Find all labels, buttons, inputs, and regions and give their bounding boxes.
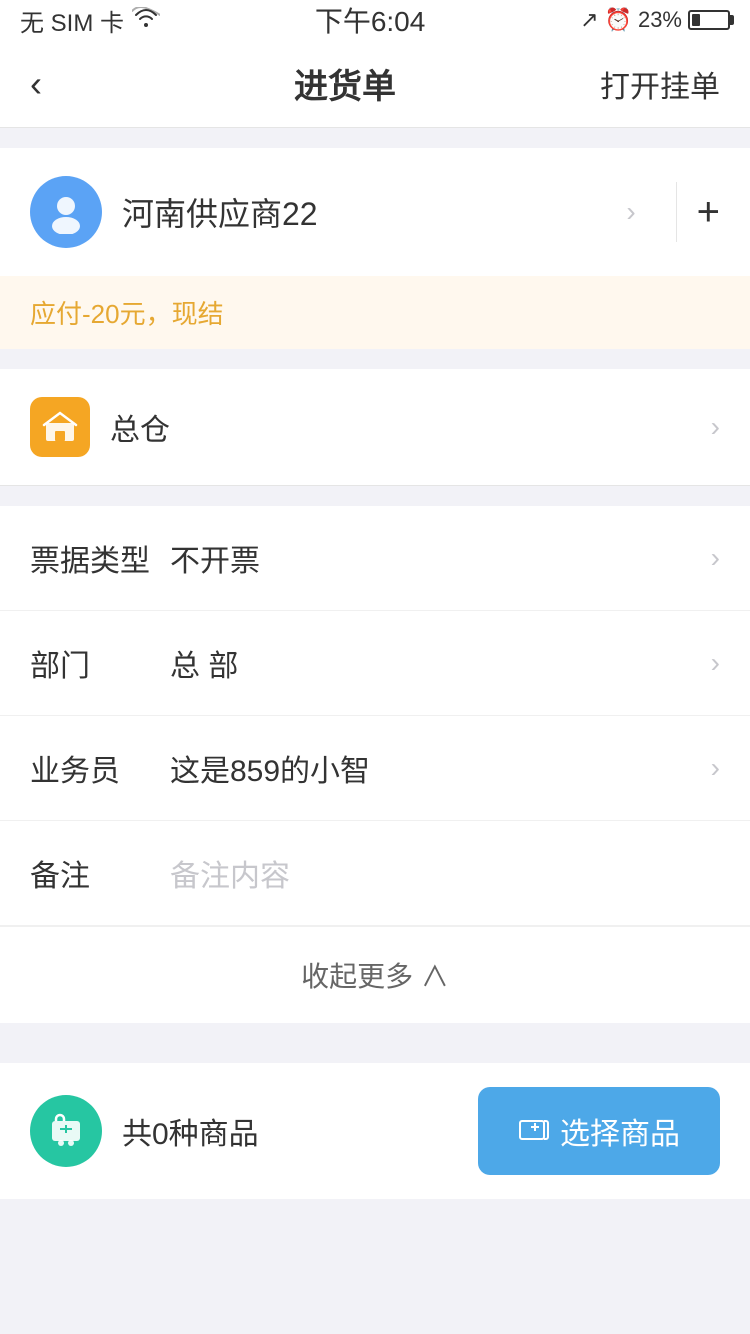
invoice-value: 不开票 <box>170 536 711 580</box>
form-row-salesperson[interactable]: 业务员 这是859的小智 › <box>0 716 750 821</box>
warehouse-row[interactable]: 总仓 › <box>0 369 750 486</box>
carrier-label: 无 SIM 卡 <box>20 3 124 38</box>
goods-count-label: 共0种商品 <box>122 1109 458 1153</box>
form-section: 票据类型 不开票 › 部门 总 部 › 业务员 这是859的小智 › 备注 备注… <box>0 506 750 1023</box>
notice-bar: 应付-20元，现结 <box>0 276 750 349</box>
battery-label: 23% <box>638 7 682 33</box>
salesperson-label: 业务员 <box>30 746 170 790</box>
supplier-avatar <box>30 176 102 248</box>
section-gap-4 <box>0 1023 750 1043</box>
battery-icon <box>688 10 730 30</box>
section-gap-1 <box>0 128 750 148</box>
remark-placeholder: 备注内容 <box>170 851 720 895</box>
warehouse-arrow-icon: › <box>711 411 720 443</box>
supplier-section: 河南供应商22 › + 应付-20元，现结 <box>0 148 750 349</box>
section-gap-3 <box>0 486 750 506</box>
add-supplier-button[interactable]: + <box>697 190 720 235</box>
status-time: 下午6:04 <box>315 0 426 40</box>
section-gap-2 <box>0 349 750 369</box>
open-hang-button[interactable]: 打开挂单 <box>600 62 720 106</box>
form-row-invoice[interactable]: 票据类型 不开票 › <box>0 506 750 611</box>
cart-icon-bg <box>30 1095 102 1167</box>
bottom-bar: 共0种商品 选择商品 <box>0 1063 750 1199</box>
select-goods-button[interactable]: 选择商品 <box>478 1087 720 1175</box>
warehouse-icon-bg <box>30 397 90 457</box>
location-icon: ↗ <box>580 7 598 33</box>
vertical-divider <box>676 182 677 242</box>
nav-bar: ‹ 进货单 打开挂单 <box>0 40 750 128</box>
invoice-arrow-icon: › <box>711 542 720 574</box>
salesperson-arrow-icon: › <box>711 752 720 784</box>
page-title: 进货单 <box>294 59 396 108</box>
warehouse-name: 总仓 <box>110 405 711 449</box>
select-goods-label: 选择商品 <box>560 1109 680 1153</box>
invoice-label: 票据类型 <box>30 536 170 580</box>
status-bar: 无 SIM 卡 下午6:04 ↗ ⏰ 23% <box>0 0 750 40</box>
form-row-department[interactable]: 部门 总 部 › <box>0 611 750 716</box>
form-row-remark[interactable]: 备注 备注内容 <box>0 821 750 926</box>
department-value: 总 部 <box>170 641 711 685</box>
supplier-arrow-icon: › <box>626 196 635 228</box>
department-arrow-icon: › <box>711 647 720 679</box>
supplier-row[interactable]: 河南供应商22 › + <box>0 148 750 276</box>
back-button[interactable]: ‹ <box>30 63 90 105</box>
notice-text: 应付-20元，现结 <box>30 299 224 329</box>
wifi-icon <box>132 6 160 34</box>
status-left: 无 SIM 卡 <box>20 3 160 38</box>
department-label: 部门 <box>30 641 170 685</box>
alarm-icon: ⏰ <box>605 7 632 33</box>
status-right: ↗ ⏰ 23% <box>580 7 730 33</box>
collapse-toggle[interactable]: 收起更多 ∧ <box>0 926 750 1023</box>
supplier-name: 河南供应商22 <box>122 189 626 235</box>
remark-label: 备注 <box>30 851 170 895</box>
salesperson-value: 这是859的小智 <box>170 746 711 790</box>
